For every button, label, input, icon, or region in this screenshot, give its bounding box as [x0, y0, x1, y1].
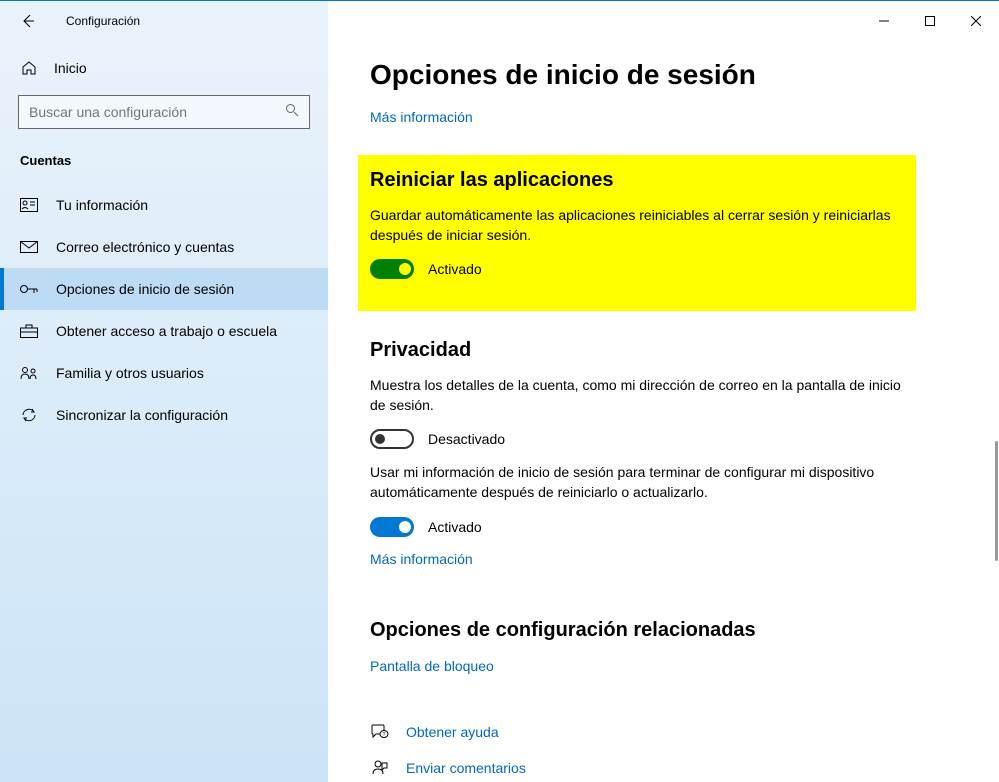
window-title: Configuración — [66, 14, 140, 28]
sidebar-item-label: Sincronizar la configuración — [56, 407, 228, 423]
search-icon — [285, 103, 299, 122]
restart-apps-toggle[interactable] — [370, 259, 414, 279]
sidebar: Inicio Cuentas Tu información Correo ele… — [0, 41, 328, 782]
scrollbar[interactable] — [995, 441, 998, 561]
get-help-link[interactable]: Obtener ayuda — [406, 724, 499, 740]
help-links: ? Obtener ayuda Enviar comentarios — [370, 714, 959, 782]
sync-icon — [20, 406, 38, 424]
privacy-desc1: Muestra los detalles de la cuenta, como … — [370, 376, 910, 415]
restart-apps-toggle-label: Activado — [428, 261, 482, 277]
people-icon — [20, 364, 38, 382]
privacy-heading: Privacidad — [370, 339, 910, 362]
sidebar-item-label: Opciones de inicio de sesión — [56, 281, 234, 297]
home-icon — [20, 59, 38, 77]
search-input[interactable] — [29, 104, 285, 120]
restart-apps-section: Reiniciar las aplicaciones Guardar autom… — [358, 155, 916, 311]
feedback-icon — [370, 758, 390, 778]
sidebar-item-your-info[interactable]: Tu información — [0, 184, 328, 226]
privacy-toggle1-label: Desactivado — [428, 431, 505, 447]
privacy-section: Privacidad Muestra los detalles de la cu… — [370, 339, 910, 568]
sidebar-item-label: Tu información — [56, 197, 148, 213]
page-title: Opciones de inicio de sesión — [370, 59, 959, 91]
close-button[interactable] — [953, 5, 999, 37]
mail-icon — [20, 238, 38, 256]
more-info-link[interactable]: Más información — [370, 109, 473, 125]
related-section: Opciones de configuración relacionadas P… — [370, 619, 959, 676]
privacy-signin-info-toggle[interactable] — [370, 517, 414, 537]
sidebar-item-label: Obtener acceso a trabajo o escuela — [56, 323, 277, 339]
briefcase-icon — [20, 322, 38, 340]
sidebar-item-label: Familia y otros usuarios — [56, 365, 204, 381]
back-button[interactable] — [18, 11, 38, 31]
home-link[interactable]: Inicio — [0, 49, 328, 87]
sidebar-item-family[interactable]: Familia y otros usuarios — [0, 352, 328, 394]
restart-apps-description: Guardar automáticamente las aplicaciones… — [370, 206, 904, 245]
privacy-desc2: Usar mi información de inicio de sesión … — [370, 463, 910, 502]
main-content: Opciones de inicio de sesión Más informa… — [328, 41, 999, 782]
search-box[interactable] — [18, 95, 310, 129]
person-card-icon — [20, 196, 38, 214]
privacy-toggle2-label: Activado — [428, 519, 482, 535]
sidebar-item-sync[interactable]: Sincronizar la configuración — [0, 394, 328, 436]
help-icon: ? — [370, 722, 390, 742]
sidebar-item-label: Correo electrónico y cuentas — [56, 239, 234, 255]
privacy-more-info-link[interactable]: Más información — [370, 551, 473, 567]
lock-screen-link[interactable]: Pantalla de bloqueo — [370, 658, 494, 674]
home-label: Inicio — [54, 60, 87, 76]
svg-text:?: ? — [383, 732, 386, 738]
related-heading: Opciones de configuración relacionadas — [370, 619, 959, 642]
minimize-button[interactable] — [861, 5, 907, 37]
sidebar-item-email-accounts[interactable]: Correo electrónico y cuentas — [0, 226, 328, 268]
sidebar-item-signin-options[interactable]: Opciones de inicio de sesión — [0, 268, 328, 310]
privacy-account-details-toggle[interactable] — [370, 429, 414, 449]
maximize-button[interactable] — [907, 5, 953, 37]
sidebar-item-work-school[interactable]: Obtener acceso a trabajo o escuela — [0, 310, 328, 352]
key-icon — [20, 280, 38, 298]
feedback-link[interactable]: Enviar comentarios — [406, 760, 526, 776]
category-title: Cuentas — [0, 145, 328, 184]
restart-apps-heading: Reiniciar las aplicaciones — [370, 169, 904, 192]
